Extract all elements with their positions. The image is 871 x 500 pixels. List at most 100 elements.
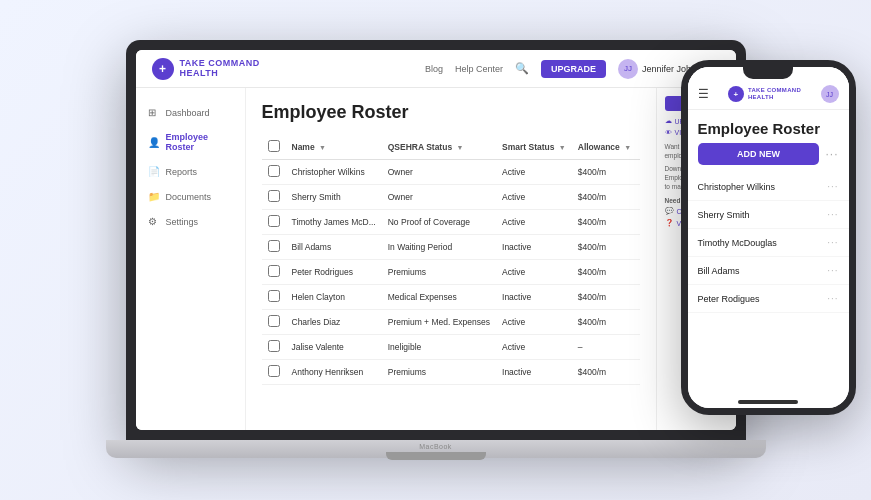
sidebar-item-label: Documents xyxy=(166,192,212,202)
app-header: + TAKE COMMAND HEALTH Blog Help Center 🔍… xyxy=(136,50,736,88)
row-qsehra: Premiums xyxy=(382,260,496,285)
table-row: Bill Adams In Waiting Period Inactive $4… xyxy=(262,235,640,260)
table-row: Helen Clayton Medical Expenses Inactive … xyxy=(262,285,640,310)
row-more-button[interactable]: ··· xyxy=(637,260,639,285)
phone-emp-more[interactable]: ··· xyxy=(827,293,838,304)
row-name: Helen Clayton xyxy=(286,285,382,310)
documents-icon: 📁 xyxy=(148,191,160,202)
phone-more-icon[interactable]: ··· xyxy=(825,147,838,161)
row-more-button[interactable]: ··· xyxy=(637,235,639,260)
phone-list-item[interactable]: Bill Adams ··· xyxy=(688,257,849,285)
sidebar-item-reports[interactable]: 📄 Reports xyxy=(136,159,245,184)
row-name: Sherry Smith xyxy=(286,185,382,210)
phone-logo-icon: + xyxy=(728,86,744,102)
sidebar-item-settings[interactable]: ⚙ Settings xyxy=(136,209,245,234)
row-name: Charles Diaz xyxy=(286,310,382,335)
row-qsehra: Medical Expenses xyxy=(382,285,496,310)
logo-text: TAKE COMMAND HEALTH xyxy=(180,59,260,79)
phone-list-item[interactable]: Timothy McDouglas ··· xyxy=(688,229,849,257)
row-name: Anthony Henriksen xyxy=(286,360,382,385)
row-qsehra: Premium + Med. Expenses xyxy=(382,310,496,335)
row-more-button[interactable]: ··· xyxy=(637,360,639,385)
phone-list-item[interactable]: Christopher Wilkins ··· xyxy=(688,173,849,201)
avatar: JJ xyxy=(618,59,638,79)
phone-device: ☰ + TAKE COMMAND HEALTH JJ Employee Rost… xyxy=(681,60,856,415)
settings-icon: ⚙ xyxy=(148,216,160,227)
row-more-button[interactable]: ··· xyxy=(637,210,639,235)
table-row: Anthony Henriksen Premiums Inactive $400… xyxy=(262,360,640,385)
sidebar-item-dashboard[interactable]: ⊞ Dashboard xyxy=(136,100,245,125)
sidebar: ⊞ Dashboard 👤 Employee Roster 📄 Reports … xyxy=(136,88,246,430)
laptop-body: + TAKE COMMAND HEALTH Blog Help Center 🔍… xyxy=(126,40,746,440)
row-qsehra: Owner xyxy=(382,185,496,210)
sidebar-item-label: Settings xyxy=(166,217,199,227)
row-checkbox-cell[interactable] xyxy=(262,360,286,385)
col-name[interactable]: Name ▼ xyxy=(286,135,382,160)
row-name: Christopher Wilkins xyxy=(286,160,382,185)
table-row: Jalise Valente Ineligible Active – ··· xyxy=(262,335,640,360)
row-name: Peter Rodrigues xyxy=(286,260,382,285)
row-checkbox-cell[interactable] xyxy=(262,285,286,310)
col-checkbox[interactable] xyxy=(262,135,286,160)
laptop-notch xyxy=(386,452,486,460)
phone-logo-text: TAKE COMMAND HEALTH xyxy=(748,87,801,100)
row-more-button[interactable]: ··· xyxy=(637,160,639,185)
row-allowance: $400/m xyxy=(572,285,637,310)
page-title: Employee Roster xyxy=(262,102,640,123)
row-qsehra: Ineligible xyxy=(382,335,496,360)
phone-add-button[interactable]: ADD NEW xyxy=(698,143,820,165)
phone-employee-list: Christopher Wilkins ··· Sherry Smith ···… xyxy=(688,173,849,396)
phone-emp-name: Sherry Smith xyxy=(698,210,750,220)
employee-table: Name ▼ QSEHRA Status ▼ Smart Status ▼ Al… xyxy=(262,135,640,385)
blog-link[interactable]: Blog xyxy=(425,64,443,74)
upgrade-button[interactable]: UPGRADE xyxy=(541,60,606,78)
row-allowance: $400/m xyxy=(572,310,637,335)
row-name: Timothy James McD... xyxy=(286,210,382,235)
sidebar-item-documents[interactable]: 📁 Documents xyxy=(136,184,245,209)
employee-icon: 👤 xyxy=(148,137,160,148)
phone-emp-name: Bill Adams xyxy=(698,266,740,276)
table-row: Charles Diaz Premium + Med. Expenses Act… xyxy=(262,310,640,335)
row-checkbox-cell[interactable] xyxy=(262,185,286,210)
row-checkbox-cell[interactable] xyxy=(262,335,286,360)
phone-screen: ☰ + TAKE COMMAND HEALTH JJ Employee Rost… xyxy=(688,67,849,408)
phone-list-item[interactable]: Peter Rodigues ··· xyxy=(688,285,849,313)
row-checkbox-cell[interactable] xyxy=(262,210,286,235)
dashboard-icon: ⊞ xyxy=(148,107,160,118)
row-qsehra: Owner xyxy=(382,160,496,185)
row-more-button[interactable]: ··· xyxy=(637,310,639,335)
sidebar-item-employee-roster[interactable]: 👤 Employee Roster xyxy=(136,125,245,159)
sidebar-item-label: Employee Roster xyxy=(166,132,233,152)
row-checkbox-cell[interactable] xyxy=(262,235,286,260)
phone-page-title: Employee Roster xyxy=(688,110,849,143)
row-name: Bill Adams xyxy=(286,235,382,260)
row-qsehra: In Waiting Period xyxy=(382,235,496,260)
row-checkbox-cell[interactable] xyxy=(262,310,286,335)
row-more-button[interactable]: ··· xyxy=(637,335,639,360)
phone-emp-name: Christopher Wilkins xyxy=(698,182,776,192)
phone-emp-more[interactable]: ··· xyxy=(827,209,838,220)
home-indicator xyxy=(738,400,798,404)
phone-emp-more[interactable]: ··· xyxy=(827,237,838,248)
row-checkbox-cell[interactable] xyxy=(262,260,286,285)
phone-list-item[interactable]: Sherry Smith ··· xyxy=(688,201,849,229)
table-row: Peter Rodrigues Premiums Active $400/m ·… xyxy=(262,260,640,285)
search-icon[interactable]: 🔍 xyxy=(515,62,529,75)
help-center-link[interactable]: Help Center xyxy=(455,64,503,74)
row-more-button[interactable]: ··· xyxy=(637,285,639,310)
row-smart-status: Active xyxy=(496,335,572,360)
row-smart-status: Active xyxy=(496,210,572,235)
row-checkbox-cell[interactable] xyxy=(262,160,286,185)
row-allowance: $400/m xyxy=(572,210,637,235)
col-allowance[interactable]: Allowance ▼ xyxy=(572,135,637,160)
phone-emp-more[interactable]: ··· xyxy=(827,265,838,276)
row-more-button[interactable]: ··· xyxy=(637,185,639,210)
hamburger-icon[interactable]: ☰ xyxy=(698,87,709,101)
laptop-screen: + TAKE COMMAND HEALTH Blog Help Center 🔍… xyxy=(136,50,736,430)
col-smart[interactable]: Smart Status ▼ xyxy=(496,135,572,160)
row-allowance: $400/m xyxy=(572,360,637,385)
row-allowance: $400/m xyxy=(572,185,637,210)
row-smart-status: Active xyxy=(496,310,572,335)
phone-emp-more[interactable]: ··· xyxy=(827,181,838,192)
col-qsehra[interactable]: QSEHRA Status ▼ xyxy=(382,135,496,160)
